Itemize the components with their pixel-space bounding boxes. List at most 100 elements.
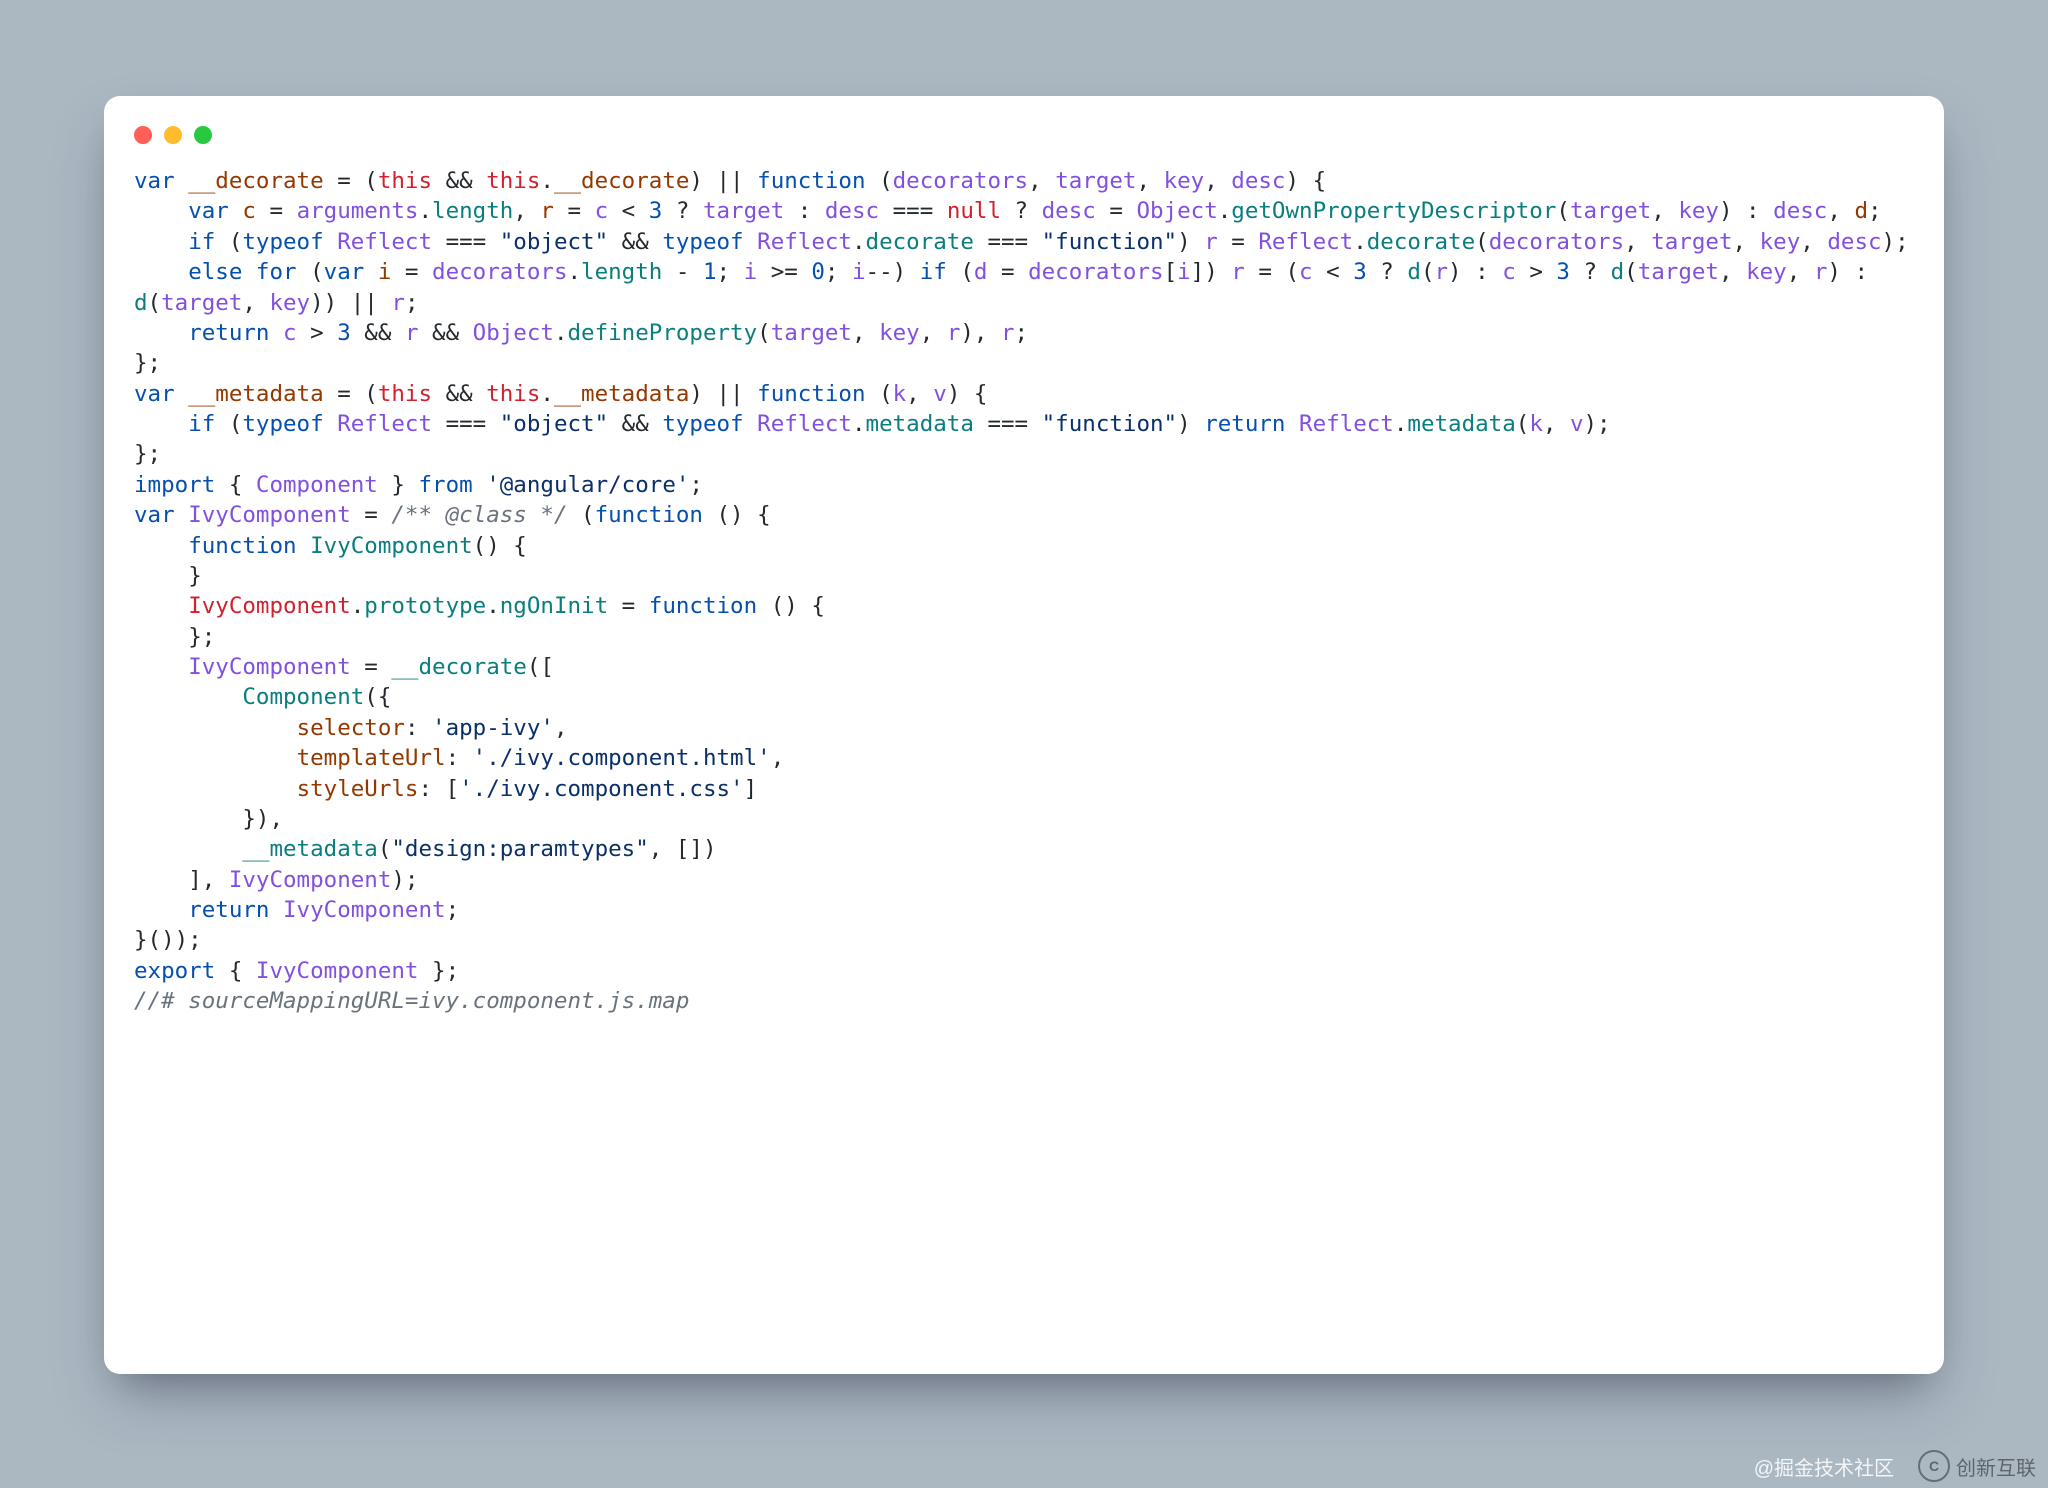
code-token xyxy=(744,411,758,437)
zoom-icon[interactable] xyxy=(194,126,212,144)
code-token: ( xyxy=(1556,198,1570,224)
code-block: var __decorate = (this && this.__decorat… xyxy=(134,166,1914,1017)
code-token xyxy=(175,381,189,407)
code-token: . xyxy=(540,381,554,407)
code-token: = xyxy=(256,198,297,224)
code-token: desc xyxy=(1827,229,1881,255)
code-token: ; xyxy=(446,897,460,923)
code-token xyxy=(229,198,243,224)
code-token: , xyxy=(1800,229,1827,255)
code-token xyxy=(134,684,242,710)
code-token: , xyxy=(1787,259,1814,285)
code-token: } xyxy=(134,563,202,589)
code-token: === xyxy=(974,411,1042,437)
code-token: desc xyxy=(1231,168,1285,194)
code-token: from xyxy=(418,472,472,498)
code-token: . xyxy=(1394,411,1408,437)
code-token: IvyComponent xyxy=(283,897,446,923)
code-token: typeof xyxy=(662,411,743,437)
code-token: decorators xyxy=(432,259,567,285)
code-token: target xyxy=(1570,198,1651,224)
code-token xyxy=(134,198,188,224)
code-token: { xyxy=(215,472,256,498)
code-token: ; xyxy=(1868,198,1882,224)
code-token: ) { xyxy=(1285,168,1326,194)
code-token: ) xyxy=(1177,411,1204,437)
code-token: = xyxy=(608,593,649,619)
code-token: === xyxy=(432,229,500,255)
code-token: import xyxy=(134,472,215,498)
code-token xyxy=(324,229,338,255)
code-token: 3 xyxy=(337,320,351,346)
code-token: for xyxy=(256,259,297,285)
code-token xyxy=(134,259,188,285)
code-token xyxy=(269,897,283,923)
code-token: ] xyxy=(744,776,758,802)
code-token: decorate xyxy=(866,229,974,255)
code-token: this xyxy=(378,168,432,194)
code-token: ( xyxy=(568,502,595,528)
code-token: templateUrl xyxy=(297,745,446,771)
code-token: ], xyxy=(134,867,229,893)
code-token xyxy=(134,776,297,802)
code-token: v xyxy=(1570,411,1584,437)
code-token: = ( xyxy=(324,381,378,407)
code-token xyxy=(134,836,242,862)
code-token: ( xyxy=(215,229,242,255)
code-token: Component xyxy=(256,472,378,498)
code-token: ) || xyxy=(689,168,757,194)
code-token: export xyxy=(134,958,215,984)
code-token: function xyxy=(649,593,757,619)
minimize-icon[interactable] xyxy=(164,126,182,144)
code-token: desc xyxy=(1042,198,1096,224)
code-token: defineProperty xyxy=(568,320,758,346)
code-token: = ( xyxy=(324,168,378,194)
code-token xyxy=(473,472,487,498)
code-token: "function" xyxy=(1042,411,1177,437)
code-token: ) : xyxy=(1448,259,1502,285)
code-token: r xyxy=(391,290,405,316)
code-token: , xyxy=(1543,411,1570,437)
code-token: target xyxy=(1638,259,1719,285)
code-token: key xyxy=(1678,198,1719,224)
code-token: - xyxy=(662,259,703,285)
code-token: = xyxy=(554,198,595,224)
code-token: ); xyxy=(391,867,418,893)
code-token: function xyxy=(188,533,296,559)
code-token: , xyxy=(852,320,879,346)
code-token: ( xyxy=(215,411,242,437)
code-token: ( xyxy=(148,290,162,316)
code-token: , xyxy=(1719,259,1746,285)
code-token: r xyxy=(1231,259,1245,285)
code-token xyxy=(134,897,188,923)
code-token: var xyxy=(134,381,175,407)
editor-window: var __decorate = (this && this.__decorat… xyxy=(104,96,1944,1374)
code-token xyxy=(324,411,338,437)
code-token: i xyxy=(744,259,758,285)
code-token: )) || xyxy=(310,290,391,316)
code-token: i xyxy=(378,259,392,285)
window-traffic-lights xyxy=(134,126,1914,166)
code-token: r xyxy=(1435,259,1449,285)
code-token: ( xyxy=(297,259,324,285)
code-token xyxy=(297,533,311,559)
code-token: this xyxy=(378,381,432,407)
code-token: && xyxy=(608,411,662,437)
code-token: . xyxy=(1353,229,1367,255)
code-token: ? xyxy=(662,198,703,224)
code-token: === xyxy=(974,229,1042,255)
code-token xyxy=(175,502,189,528)
close-icon[interactable] xyxy=(134,126,152,144)
code-token: target xyxy=(161,290,242,316)
code-token: key xyxy=(269,290,310,316)
code-token: ); xyxy=(1882,229,1909,255)
code-token xyxy=(134,715,297,741)
code-token: r xyxy=(540,198,554,224)
code-token: r xyxy=(947,320,961,346)
code-token: ); xyxy=(1584,411,1611,437)
code-token: ) : xyxy=(1827,259,1881,285)
code-token: desc xyxy=(1773,198,1827,224)
code-token: ( xyxy=(1421,259,1435,285)
code-token: } xyxy=(378,472,419,498)
code-token: c xyxy=(242,198,256,224)
